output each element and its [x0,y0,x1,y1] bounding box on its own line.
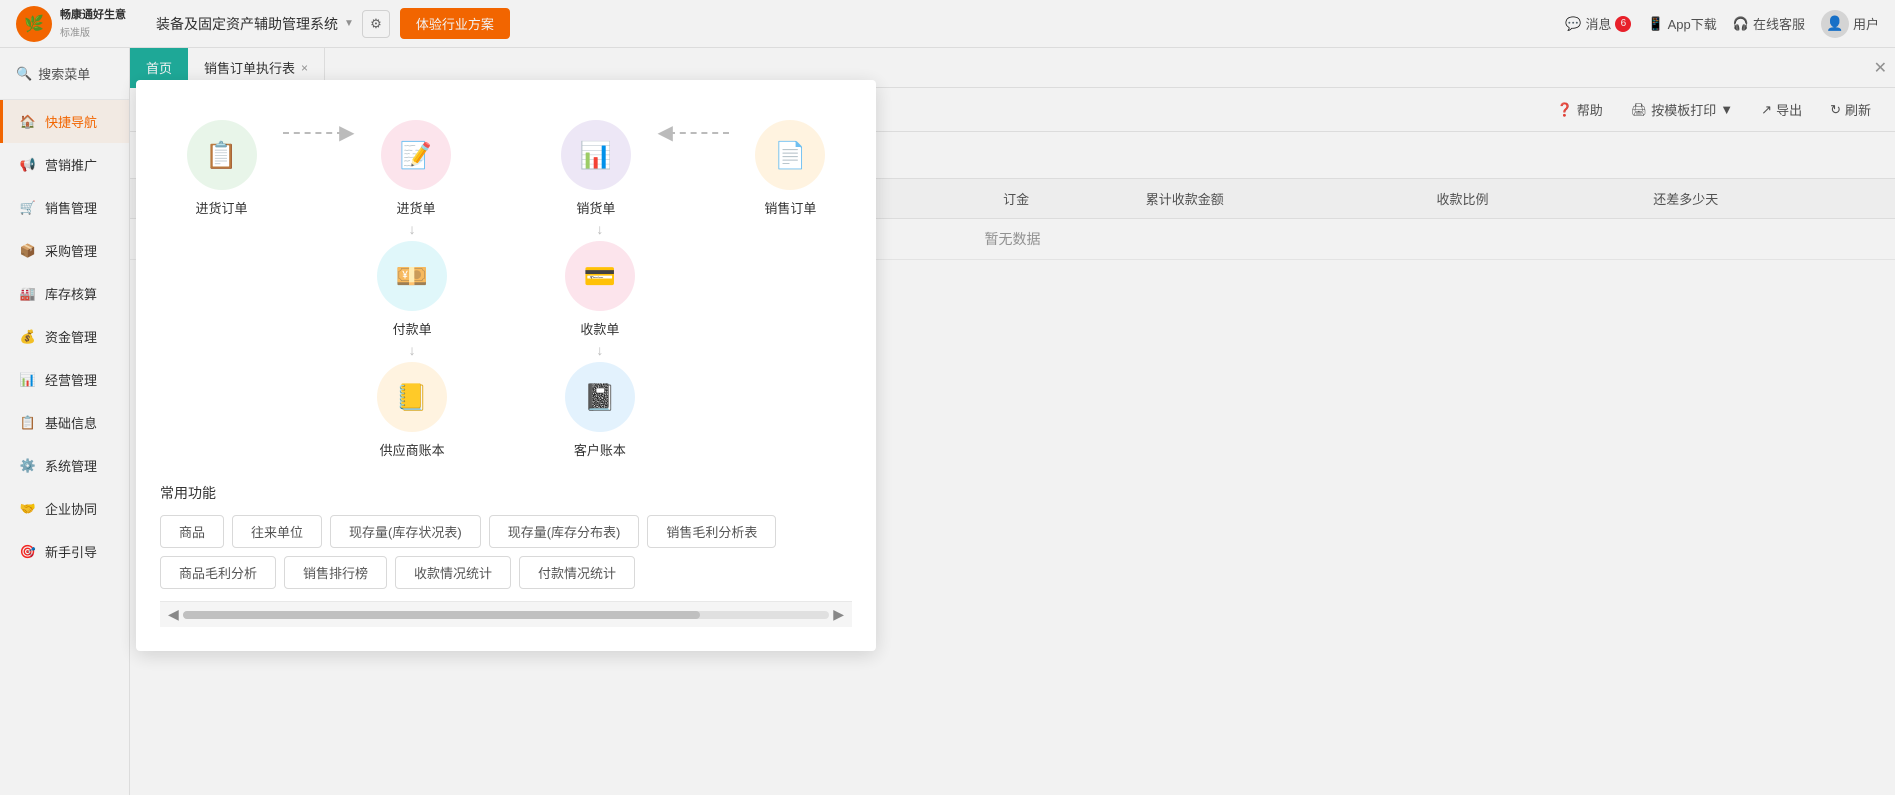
flow-row-3: 📒 供应商账本 📓 客户账本 [160,362,852,459]
flow-section: 📋 进货订单 ▶ 📝 进货单 [160,104,852,475]
app-container: 🌿 畅康通好生意 标准版 装备及固定资产辅助管理系统 ▼ ⚙ 体验行业方案 💬 … [0,0,1895,795]
flow-label-supplier-ledger: 供应商账本 [380,440,445,459]
scroll-track [183,611,829,619]
arrow-sales-order-to-out: ◀ [657,120,728,169]
scroll-thumb [183,611,700,619]
flow-row-arrows-down-2: ↓ ↓ [160,338,852,362]
flow-circle-receipt: 💳 [565,241,635,311]
flow-item-inbound: 📝 进货单 [354,120,477,217]
flow-row-arrows-down-1: ↓ ↓ [160,217,852,241]
common-function-btn[interactable]: 收款情况统计 [395,556,511,589]
common-btns-container: 商品往来单位现存量(库存状况表)现存量(库存分布表)销售毛利分析表商品毛利分析销… [160,515,852,589]
arrow-receipt-down: ↓ [536,342,665,358]
flow-label-inbound: 进货单 [397,198,436,217]
flow-item-sales-out: 📊 销货单 [534,120,657,217]
flow-item-payment: 💴 付款单 [348,241,477,338]
flow-circle-payment: 💴 [377,241,447,311]
common-function-btn[interactable]: 付款情况统计 [519,556,635,589]
flow-circle-customer-ledger: 📓 [565,362,635,432]
common-function-btn[interactable]: 销售毛利分析表 [647,515,776,548]
arrow-sales-out-down: ↓ [536,221,665,237]
common-function-btn[interactable]: 商品毛利分析 [160,556,276,589]
flow-item-sales-order: 📄 销售订单 [729,120,852,217]
common-function-btn[interactable]: 往来单位 [232,515,322,548]
flow-item-supplier-ledger: 📒 供应商账本 [348,362,477,459]
arrow-payment-down: ↓ [348,342,477,358]
flow-circle-inbound: 📝 [381,120,451,190]
common-section-title: 常用功能 [160,483,852,503]
arrow-purchase-to-inbound: ▶ [283,120,354,169]
flow-circle-sales-order: 📄 [755,120,825,190]
popup-scrollbar[interactable]: ◀ ▶ [160,601,852,627]
flow-label-purchase-order: 进货订单 [196,198,248,217]
flow-item-receipt: 💳 收款单 [536,241,665,338]
flow-label-sales-out: 销货单 [576,198,615,217]
flow-label-customer-ledger: 客户账本 [574,440,626,459]
flow-item-purchase-order: 📋 进货订单 [160,120,283,217]
scroll-right-btn[interactable]: ▶ [833,606,844,623]
common-function-btn[interactable]: 现存量(库存分布表) [489,515,640,548]
flow-popup: 📋 进货订单 ▶ 📝 进货单 [136,80,876,651]
common-section: 常用功能 商品往来单位现存量(库存状况表)现存量(库存分布表)销售毛利分析表商品… [160,483,852,589]
common-function-btn[interactable]: 销售排行榜 [284,556,387,589]
flow-label-sales-order: 销售订单 [764,198,816,217]
common-function-btn[interactable]: 商品 [160,515,224,548]
arrow-inbound-down: ↓ [348,221,477,237]
common-function-btn[interactable]: 现存量(库存状况表) [330,515,481,548]
flow-circle-purchase-order: 📋 [187,120,257,190]
flow-circle-supplier-ledger: 📒 [377,362,447,432]
flow-circle-sales-out: 📊 [561,120,631,190]
overlay: 📋 进货订单 ▶ 📝 进货单 [0,0,1895,795]
scroll-left-btn[interactable]: ◀ [168,606,179,623]
flow-label-payment: 付款单 [393,319,432,338]
flow-item-customer-ledger: 📓 客户账本 [536,362,665,459]
flow-label-receipt: 收款单 [580,319,619,338]
